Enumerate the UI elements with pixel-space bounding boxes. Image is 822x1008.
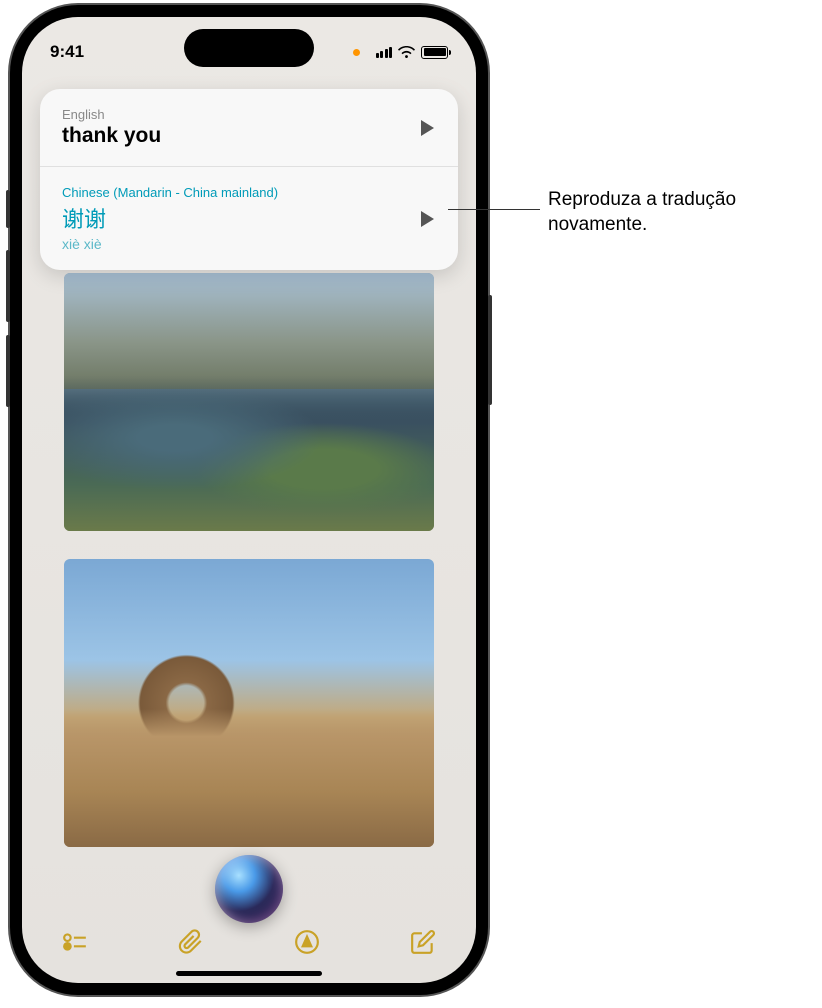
- home-indicator[interactable]: [176, 971, 322, 976]
- callout-line: [448, 209, 540, 210]
- wifi-icon: [398, 46, 415, 59]
- romanization-text: xiè xiè: [62, 236, 418, 252]
- play-icon: [421, 120, 434, 136]
- source-language-label: English: [62, 107, 418, 122]
- phone-screen: 9:41 English: [22, 17, 476, 983]
- volume-up-button: [6, 250, 10, 322]
- photo-river[interactable]: [64, 273, 434, 531]
- status-time: 9:41: [50, 42, 84, 62]
- siri-orb[interactable]: [215, 855, 283, 923]
- notes-toolbar: [22, 919, 476, 965]
- siri-translation-card: English thank you Chinese (Mandarin - Ch…: [40, 89, 458, 270]
- mute-switch: [6, 190, 10, 228]
- play-translation-button[interactable]: [418, 210, 436, 228]
- dynamic-island: [184, 29, 314, 67]
- translation-source-section: English thank you: [40, 89, 458, 167]
- mic-indicator-icon: [353, 49, 360, 56]
- target-language-label: Chinese (Mandarin - China mainland): [62, 185, 418, 200]
- markup-icon[interactable]: [294, 929, 320, 955]
- source-text: thank you: [62, 124, 418, 148]
- phone-frame: 9:41 English: [10, 5, 488, 995]
- side-button: [488, 295, 492, 405]
- attachment-icon[interactable]: [178, 929, 204, 955]
- battery-icon: [421, 46, 448, 59]
- cellular-icon: [376, 46, 393, 58]
- compose-icon[interactable]: [410, 929, 436, 955]
- play-source-button[interactable]: [418, 119, 436, 137]
- checklist-icon[interactable]: [62, 929, 88, 955]
- status-icons: [353, 46, 449, 59]
- play-icon: [421, 211, 434, 227]
- callout-text: Reproduza a tradução novamente.: [548, 188, 822, 237]
- target-text: 谢谢: [62, 202, 418, 234]
- translation-target-section: Chinese (Mandarin - China mainland) 谢谢 x…: [40, 167, 458, 270]
- photo-desert-arch[interactable]: [64, 559, 434, 847]
- volume-down-button: [6, 335, 10, 407]
